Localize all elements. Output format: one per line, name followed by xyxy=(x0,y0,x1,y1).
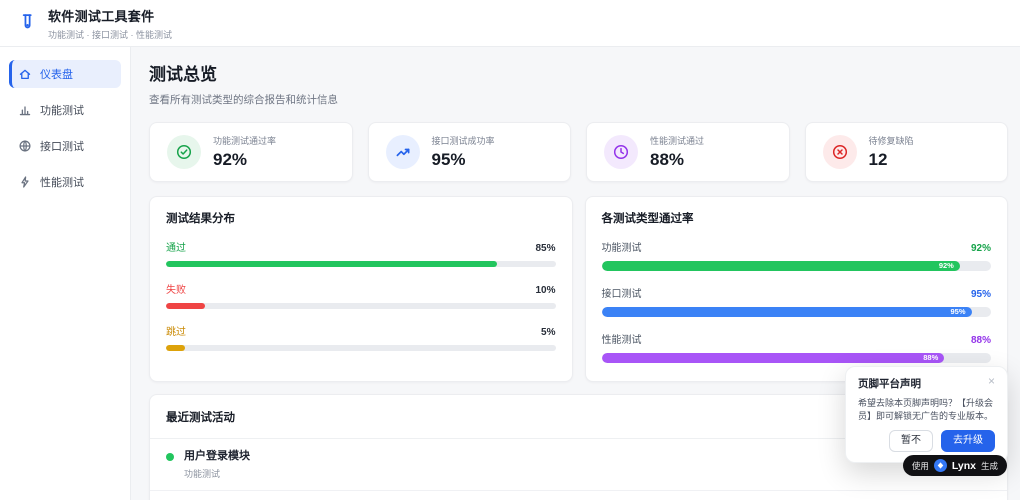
stat-value: 88% xyxy=(650,150,685,169)
stat-cards: 功能测试通过率 92% 接口测试成功率 95% 性能测试通过 88% 待修复缺陷… xyxy=(149,122,1008,182)
bar-inner-label: 92% xyxy=(938,261,954,270)
test-tube-icon xyxy=(16,12,38,34)
activity-type: 功能测试 xyxy=(184,469,221,479)
progress-fill xyxy=(166,261,498,267)
lynx-generated-badge[interactable]: 使用 Lynx 生成 xyxy=(902,455,1007,476)
chart-row-skip: 跳过 5% xyxy=(166,323,556,351)
sidebar-item-label: 性能测试 xyxy=(40,177,84,189)
home-icon xyxy=(18,67,32,81)
bar-label: 功能测试 xyxy=(601,243,642,254)
badge-prefix: 使用 xyxy=(911,460,929,471)
progress-fill: 92% xyxy=(601,261,960,271)
progress-track: 88% xyxy=(601,353,991,363)
badge-brand: Lynx xyxy=(951,459,976,472)
sidebar-item-label: 仪表盘 xyxy=(40,69,73,81)
bar-value: 10% xyxy=(535,285,556,296)
app-subtitle: 功能测试 · 接口测试 · 性能测试 xyxy=(48,29,172,40)
bar-label: 性能测试 xyxy=(601,335,642,346)
sidebar-item-functional-test[interactable]: 功能测试 xyxy=(9,96,121,124)
chart-row-performance: 性能测试 88% 88% xyxy=(601,331,991,363)
bar-value: 88% xyxy=(970,335,991,346)
progress-fill xyxy=(166,303,205,309)
clock-icon xyxy=(604,135,638,169)
stat-value: 92% xyxy=(213,150,248,169)
stat-label: 性能测试通过 xyxy=(650,136,705,146)
bar-value: 85% xyxy=(535,243,556,254)
activity-name: 用户登录模块 xyxy=(184,450,250,462)
sidebar-item-performance-test[interactable]: 性能测试 xyxy=(9,168,121,196)
chart-row-api: 接口测试 95% 95% xyxy=(601,285,991,317)
sidebar-item-label: 接口测试 xyxy=(40,141,84,153)
stat-label: 待修复缺陷 xyxy=(868,136,914,146)
list-item[interactable]: API/v1/users 接口测试 通过 2小时前 xyxy=(150,490,1007,500)
lynx-logo-icon xyxy=(933,459,947,472)
sidebar: 仪表盘 功能测试 接口测试 性能测试 xyxy=(0,47,131,500)
chart-row-pass: 通过 85% xyxy=(166,239,556,267)
bar-label: 通过 xyxy=(166,243,186,254)
status-dot-green xyxy=(166,453,174,461)
progress-track xyxy=(166,303,556,309)
badge-suffix: 生成 xyxy=(980,460,998,471)
bar-inner-label: 95% xyxy=(950,307,966,316)
lightning-icon xyxy=(18,175,32,189)
chart-row-functional: 功能测试 92% 92% xyxy=(601,239,991,271)
sidebar-item-label: 功能测试 xyxy=(40,105,84,117)
upgrade-popup: 页脚平台声明 × 希望去除本页脚声明吗？【升级会员】即可解锁无广告的专业版本。 … xyxy=(845,366,1008,463)
progress-track: 92% xyxy=(601,261,991,271)
app-title: 软件测试工具套件 xyxy=(48,8,155,24)
sidebar-item-dashboard[interactable]: 仪表盘 xyxy=(9,60,121,88)
progress-track xyxy=(166,345,556,351)
chart-title: 各测试类型通过率 xyxy=(601,213,694,225)
stat-value: 12 xyxy=(868,150,888,169)
close-icon[interactable]: × xyxy=(988,375,995,387)
stat-card-performance-pass: 性能测试通过 88% xyxy=(586,122,790,182)
chart-test-result-distribution: 测试结果分布 通过 85% 失败 10% 跳过 5% xyxy=(149,196,573,382)
popup-title: 页脚平台声明 xyxy=(858,378,921,390)
stat-label: 接口测试成功率 xyxy=(431,136,495,146)
bar-chart-icon xyxy=(18,103,32,117)
app-title-block: 软件测试工具套件 功能测试 · 接口测试 · 性能测试 xyxy=(48,6,172,41)
dismiss-button[interactable]: 暂不 xyxy=(889,430,933,452)
bar-label: 失败 xyxy=(166,285,186,296)
stat-value: 95% xyxy=(431,150,466,169)
chart-pass-rate-by-type: 各测试类型通过率 功能测试 92% 92% 接口测试 95% 95% 性能测试 … xyxy=(584,196,1008,382)
bar-value: 95% xyxy=(970,289,991,300)
x-circle-icon xyxy=(822,135,857,169)
chart-row-fail: 失败 10% xyxy=(166,281,556,309)
stat-label: 功能测试通过率 xyxy=(213,136,277,146)
sidebar-item-api-test[interactable]: 接口测试 xyxy=(9,132,121,160)
bar-label: 跳过 xyxy=(166,327,186,338)
progress-fill: 95% xyxy=(601,307,972,317)
chart-panels: 测试结果分布 通过 85% 失败 10% 跳过 5% 各测试类型通过率 功能测试… xyxy=(149,196,1008,382)
stat-card-functional-pass-rate: 功能测试通过率 92% xyxy=(149,122,353,182)
bar-value: 5% xyxy=(541,327,556,338)
check-circle-icon xyxy=(167,135,201,169)
bar-value: 92% xyxy=(970,243,991,254)
popup-body-text: 希望去除本页脚声明吗？【升级会员】即可解锁无广告的专业版本。 xyxy=(858,398,994,421)
stat-card-api-success-rate: 接口测试成功率 95% xyxy=(367,122,571,182)
upgrade-button[interactable]: 去升级 xyxy=(941,430,995,452)
chart-title: 测试结果分布 xyxy=(166,213,235,225)
app-header: 软件测试工具套件 功能测试 · 接口测试 · 性能测试 xyxy=(0,0,1020,47)
progress-track: 95% xyxy=(601,307,991,317)
globe-icon xyxy=(18,139,32,153)
page-title: 测试总览 xyxy=(149,65,217,84)
progress-fill xyxy=(166,345,186,351)
stat-card-defects-to-fix: 待修复缺陷 12 xyxy=(804,122,1008,182)
trend-up-icon xyxy=(385,135,420,169)
progress-track xyxy=(166,261,556,267)
bar-label: 接口测试 xyxy=(601,289,642,300)
progress-fill: 88% xyxy=(601,353,945,363)
bar-inner-label: 88% xyxy=(923,353,939,362)
page-subtitle: 查看所有测试类型的综合报告和统计信息 xyxy=(149,94,338,106)
